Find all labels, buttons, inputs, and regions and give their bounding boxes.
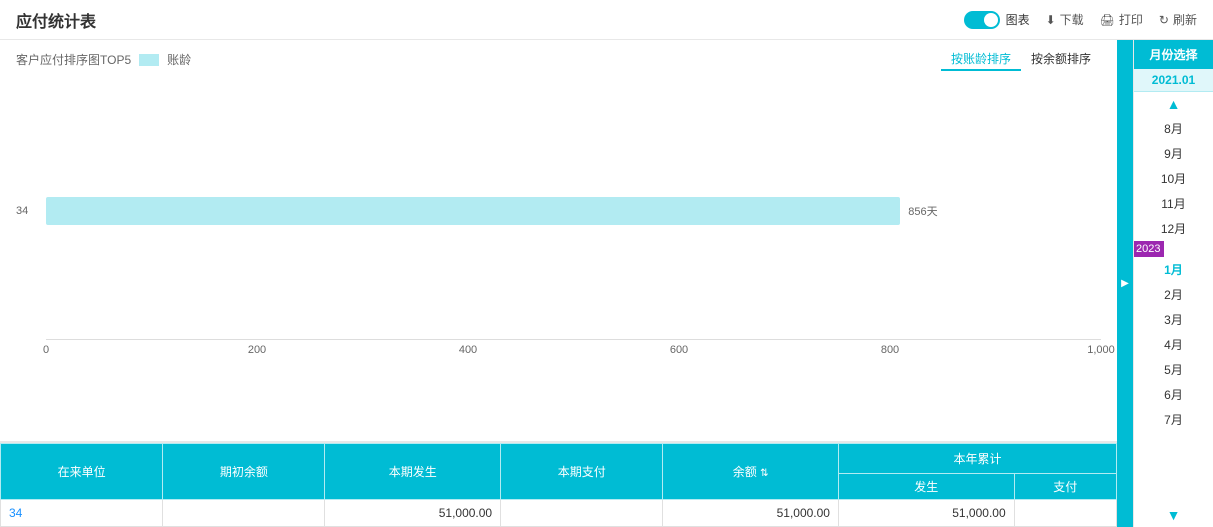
y-axis-label-34: 34 <box>16 205 28 217</box>
sidebar-header: 月份选择 <box>1134 40 1213 69</box>
sidebar-month-1[interactable]: 1月 <box>1134 257 1213 282</box>
cell-current-paid <box>501 500 663 527</box>
chart-toolbar: 客户应付排序图TOP5 账龄 按账龄排序 按余额排序 <box>0 40 1117 75</box>
x-tick-200: 200 <box>248 344 266 356</box>
chart-toggle-label: 图表 <box>1006 11 1030 28</box>
cell-balance: 51,000.00 <box>663 500 839 527</box>
right-sidebar: 月份选择 2021.01 ▲ 8月 9月 10月 11月 12月 2023 1月… <box>1133 40 1213 527</box>
bar-fill <box>46 197 900 225</box>
sidebar-month-12[interactable]: 12月 <box>1134 216 1213 241</box>
sort-tab-by-balance[interactable]: 按余额排序 <box>1021 48 1101 71</box>
legend-title: 客户应付排序图TOP5 <box>16 51 131 68</box>
cell-current-occurred: 51,000.00 <box>325 500 501 527</box>
th-ytd-paid: 支付 <box>1014 474 1116 500</box>
sort-tabs: 按账龄排序 按余额排序 <box>941 48 1101 71</box>
sidebar-year-label: 2023 <box>1134 241 1164 257</box>
print-button[interactable]: 🖨 打印 <box>1100 11 1143 28</box>
sidebar-month-4[interactable]: 4月 <box>1134 332 1213 357</box>
legend-box <box>139 54 159 66</box>
x-tick-400: 400 <box>459 344 477 356</box>
x-tick-600: 600 <box>670 344 688 356</box>
legend-item-label: 账龄 <box>167 51 191 68</box>
sidebar-month-8[interactable]: 8月 <box>1134 116 1213 141</box>
sidebar-month-7[interactable]: 7月 <box>1134 407 1213 432</box>
x-tick-800: 800 <box>881 344 899 356</box>
sidebar-month-3[interactable]: 3月 <box>1134 307 1213 332</box>
sidebar-month-11[interactable]: 11月 <box>1134 191 1213 216</box>
sidebar-current-value: 2021.01 <box>1134 69 1213 92</box>
th-unit: 在来单位 <box>1 444 163 500</box>
sidebar-month-10[interactable]: 10月 <box>1134 166 1213 191</box>
download-icon: ⬇ <box>1046 13 1056 27</box>
balance-sort-icon[interactable]: ⇅ <box>760 468 768 479</box>
cell-unit[interactable]: 34 <box>1 500 163 527</box>
chart-toggle-group[interactable]: 图表 <box>964 11 1030 29</box>
chart-legend: 客户应付排序图TOP5 账龄 <box>16 51 191 68</box>
th-opening: 期初余额 <box>163 444 325 500</box>
cell-opening <box>163 500 325 527</box>
refresh-button[interactable]: ↻ 刷新 <box>1159 11 1197 28</box>
header-actions: 图表 ⬇ 下载 🖨 打印 ↻ 刷新 <box>964 11 1197 29</box>
th-current-occurred: 本期发生 <box>325 444 501 500</box>
th-ytd-occurred: 发生 <box>838 474 1014 500</box>
cell-ytd-occurred: 51,000.00 <box>838 500 1014 527</box>
refresh-icon: ↻ <box>1159 13 1169 27</box>
cell-ytd-paid <box>1014 500 1116 527</box>
th-balance: 余额 ⇅ <box>663 444 839 500</box>
th-ytd: 本年累计 <box>838 444 1116 474</box>
print-icon: 🖨 <box>1100 13 1115 27</box>
refresh-label: 刷新 <box>1173 11 1197 28</box>
sidebar-up-button[interactable]: ▲ <box>1134 92 1213 116</box>
sidebar-expand-button[interactable]: ▶ <box>1117 40 1133 527</box>
x-tick-1000: 1,000 <box>1087 344 1115 356</box>
data-table-section: 在来单位 期初余额 本期发生 本期支付 余额 ⇅ 本年累计 发生 支付 <box>0 441 1117 527</box>
sidebar-month-6[interactable]: 6月 <box>1134 382 1213 407</box>
download-label: 下载 <box>1060 11 1084 28</box>
sidebar-down-button[interactable]: ▼ <box>1134 503 1213 527</box>
sidebar-month-5[interactable]: 5月 <box>1134 357 1213 382</box>
chart-content: 34 856天 <box>16 83 1101 339</box>
sort-tab-by-age[interactable]: 按账龄排序 <box>941 48 1021 71</box>
download-button[interactable]: ⬇ 下载 <box>1046 11 1084 28</box>
sidebar-month-list: 8月 9月 10月 11月 12月 2023 1月 2月 3月 4月 5月 6月… <box>1134 116 1213 503</box>
sidebar-month-2[interactable]: 2月 <box>1134 282 1213 307</box>
bar-end-label: 856天 <box>908 203 937 219</box>
bar-chart-wrapper: 34 856天 0 200 400 600 800 1 <box>0 75 1117 441</box>
data-table: 在来单位 期初余额 本期发生 本期支付 余额 ⇅ 本年累计 发生 支付 <box>0 443 1117 527</box>
bar-chart: 34 856天 0 200 400 600 800 1 <box>16 83 1101 363</box>
sidebar-month-9[interactable]: 9月 <box>1134 141 1213 166</box>
x-axis: 0 200 400 600 800 1,000 <box>46 339 1101 363</box>
x-tick-0: 0 <box>43 344 49 356</box>
table-row: 34 51,000.00 51,000.00 51,000.00 <box>1 500 1117 527</box>
print-label: 打印 <box>1119 11 1143 28</box>
th-current-paid: 本期支付 <box>501 444 663 500</box>
page-title: 应付统计表 <box>16 8 96 32</box>
chart-toggle[interactable] <box>964 11 1000 29</box>
